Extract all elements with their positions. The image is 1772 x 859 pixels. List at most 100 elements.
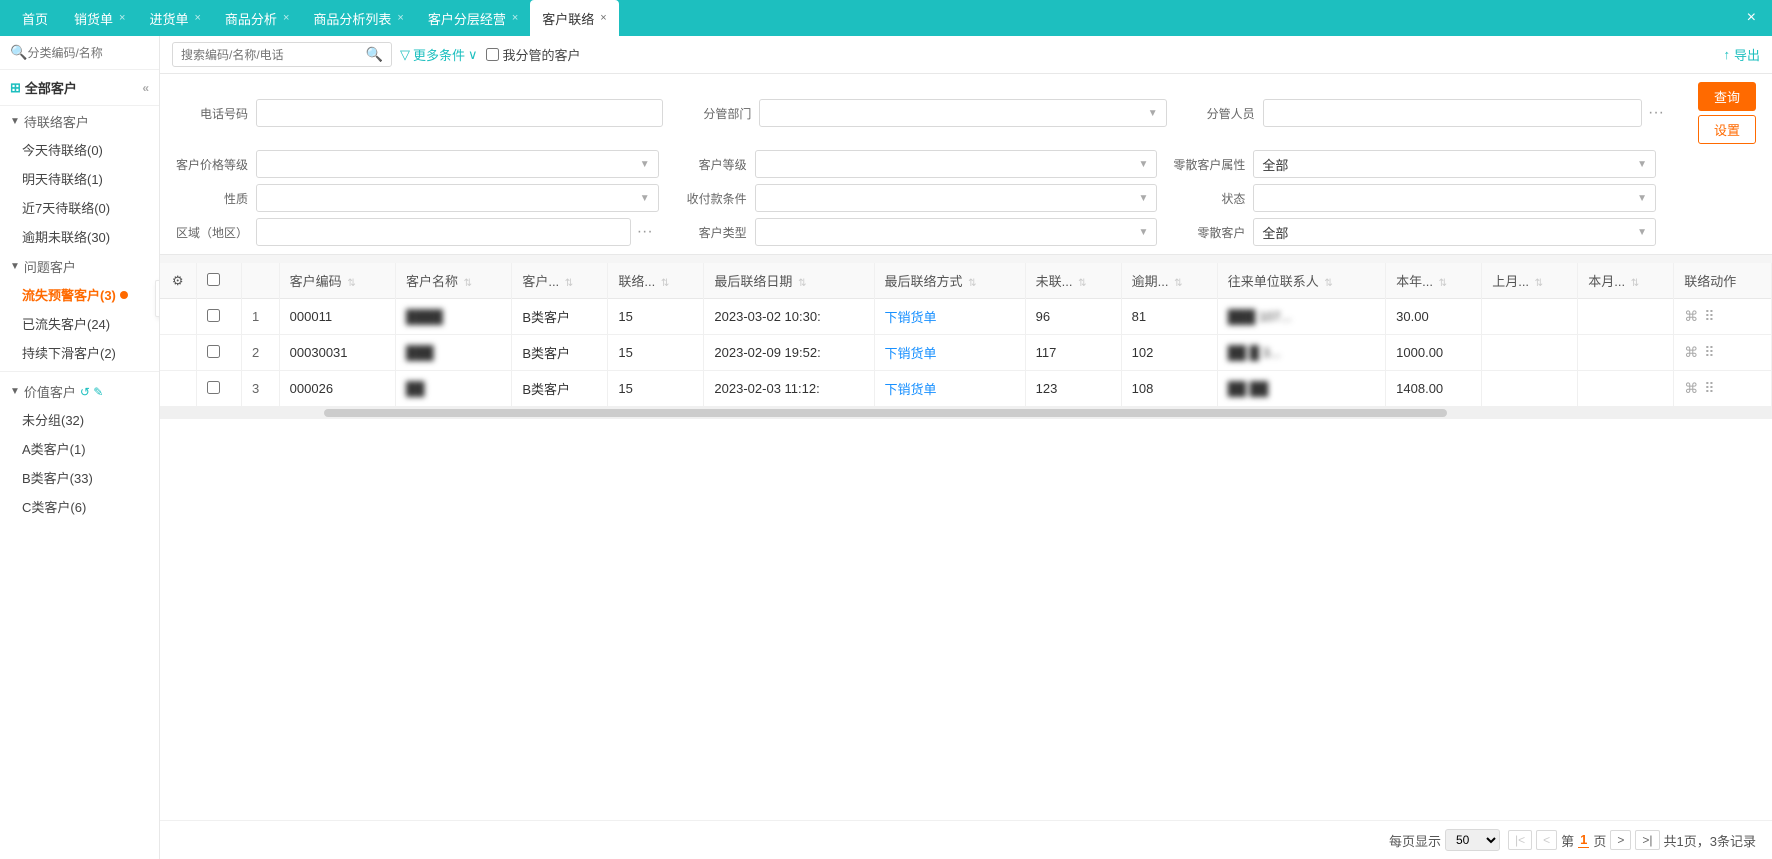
retail-customer-select[interactable]: 全部 ▼ [1253,218,1656,246]
last-page-button[interactable]: >| [1635,830,1659,850]
price-level-select[interactable]: ▼ [256,150,659,178]
arrow-pending-icon: ▼ [10,116,20,127]
sidebar-item-b-class[interactable]: B类客户(33) [0,463,159,492]
export-button[interactable]: ↑ 导出 [1723,45,1760,64]
nav-tab-customer-contact[interactable]: 客户联络 × [530,0,618,36]
sidebar-item-today[interactable]: 今天待联络(0) [0,135,159,164]
nav-tab-home[interactable]: 首页 [8,0,62,36]
table-col-overdue[interactable]: 逾期... ⇅ [1121,263,1217,299]
row-checkbox[interactable] [207,345,220,358]
more-action-icon[interactable]: ⠿ [1704,380,1714,397]
search-input[interactable] [181,48,366,62]
close-contact-icon[interactable]: × [600,12,606,24]
sidebar-item-tomorrow[interactable]: 明天待联络(1) [0,164,159,193]
filter-customer-level: 客户等级 ▼ [675,150,1158,178]
status-label: 状态 [1173,190,1253,207]
sidebar-item-ungrouped[interactable]: 未分组(32) [0,405,159,434]
row-last-method[interactable]: 下销货单 [874,335,1025,371]
more-conditions-button[interactable]: ▽ 更多条件 ∨ [400,45,478,64]
row-checkbox[interactable] [207,309,220,322]
manager-more-icon[interactable]: ··· [1642,104,1670,122]
prev-page-button[interactable]: < [1536,830,1557,850]
nav-tab-customer-segment[interactable]: 客户分层经营 × [416,0,530,36]
sidebar-collapse-icon[interactable]: « [142,81,149,95]
row-this-year: 1000.00 [1386,335,1482,371]
table-col-code[interactable]: 客户编码 ⇅ [279,263,395,299]
close-analysis-list-icon[interactable]: × [397,12,403,24]
manager-input[interactable] [1263,99,1642,127]
sidebar-all-customers[interactable]: ⊞ 全部客户 « [0,70,159,106]
table-col-this-year[interactable]: 本年... ⇅ [1386,263,1482,299]
row-contact: 15 [608,371,704,407]
sidebar-item-overdue[interactable]: 逾期未联络(30) [0,222,159,251]
table-col-last-method[interactable]: 最后联络方式 ⇅ [874,263,1025,299]
more-action-icon[interactable]: ⠿ [1704,308,1714,325]
sidebar-item-at-risk[interactable]: 流失预警客户(3) [0,280,159,309]
close-analysis-icon[interactable]: × [283,12,289,24]
close-segment-icon[interactable]: × [512,12,518,24]
table-gear-col[interactable]: ⚙ [160,263,196,299]
my-customers-checkbox[interactable] [486,48,499,61]
edit-value-icon[interactable]: ↺ ✎ [80,385,103,399]
page-nav: |< < 第 1 页 > >| 共1页，3条记录 [1508,830,1756,850]
nav-tab-analysis[interactable]: 商品分析 × [213,0,301,36]
table-col-type[interactable]: 客户... ⇅ [512,263,608,299]
close-sales-icon[interactable]: × [119,12,125,24]
table-col-unit-contact[interactable]: 往来单位联系人 ⇅ [1217,263,1385,299]
row-checkbox-cell[interactable] [196,371,241,407]
region-more-icon[interactable]: ··· [631,223,659,241]
filter-retail-attr: 零散客户属性 全部 ▼ [1173,150,1656,178]
table-col-last-month[interactable]: 上月... ⇅ [1482,263,1578,299]
link-icon[interactable]: ⌘ [1684,344,1698,361]
table-col-last-date[interactable]: 最后联络日期 ⇅ [704,263,874,299]
table-col-this-month[interactable]: 本月... ⇅ [1578,263,1674,299]
next-page-button[interactable]: > [1610,830,1631,850]
table-col-name[interactable]: 客户名称 ⇅ [396,263,512,299]
sidebar-section-pending[interactable]: ▼ 待联络客户 [0,106,159,135]
sidebar-search-input[interactable] [27,46,160,60]
nav-tab-analysis-list[interactable]: 商品分析列表 × [301,0,415,36]
sidebar-item-week[interactable]: 近7天待联络(0) [0,193,159,222]
sort-month-icon: ⇅ [1631,278,1639,289]
phone-input[interactable] [256,99,663,127]
per-page-select[interactable]: 50 100 200 [1445,829,1500,851]
nav-tab-purchase[interactable]: 进货单 × [137,0,212,36]
link-icon[interactable]: ⌘ [1684,308,1698,325]
more-action-icon[interactable]: ⠿ [1704,344,1714,361]
table-checkbox-col[interactable] [196,263,241,299]
table-footer: 每页显示 50 100 200 |< < 第 1 页 > >| 共1页，3条记录 [160,820,1772,859]
sidebar-section-value[interactable]: ▼ 价值客户 ↺ ✎ [0,376,159,405]
dept-select[interactable]: ▼ [759,99,1166,127]
search-icon[interactable]: 🔍 [366,46,383,63]
nav-tab-sales[interactable]: 销货单 × [62,0,137,36]
close-all-button[interactable]: × [1739,9,1764,27]
link-icon[interactable]: ⌘ [1684,380,1698,397]
sidebar-item-declining[interactable]: 持续下滑客户(2) [0,338,159,367]
query-button[interactable]: 查询 [1698,82,1756,111]
row-checkbox[interactable] [207,381,220,394]
sidebar-item-c-class[interactable]: C类客户(6) [0,492,159,521]
sidebar-section-problem[interactable]: ▼ 问题客户 [0,251,159,280]
row-checkbox-cell[interactable] [196,335,241,371]
row-name: ██ [396,371,512,407]
settings-button[interactable]: 设置 [1698,115,1756,144]
customer-type-select[interactable]: ▼ [755,218,1158,246]
row-checkbox-cell[interactable] [196,299,241,335]
select-all-checkbox[interactable] [207,273,220,286]
payment-select[interactable]: ▼ [755,184,1158,212]
customer-level-select[interactable]: ▼ [755,150,1158,178]
sidebar-item-lost[interactable]: 已流失客户(24) [0,309,159,338]
close-purchase-icon[interactable]: × [194,12,200,24]
nature-select[interactable]: ▼ [256,184,659,212]
retail-attr-select[interactable]: 全部 ▼ [1253,150,1656,178]
scrollbar-thumb[interactable] [324,409,1447,417]
region-input[interactable] [256,218,631,246]
horizontal-scrollbar[interactable] [160,407,1772,419]
table-col-uncontacted[interactable]: 未联... ⇅ [1025,263,1121,299]
row-last-method[interactable]: 下销货单 [874,299,1025,335]
first-page-button[interactable]: |< [1508,830,1532,850]
sidebar-item-a-class[interactable]: A类客户(1) [0,434,159,463]
row-last-method[interactable]: 下销货单 [874,371,1025,407]
table-col-contact[interactable]: 联络... ⇅ [608,263,704,299]
status-select[interactable]: ▼ [1253,184,1656,212]
